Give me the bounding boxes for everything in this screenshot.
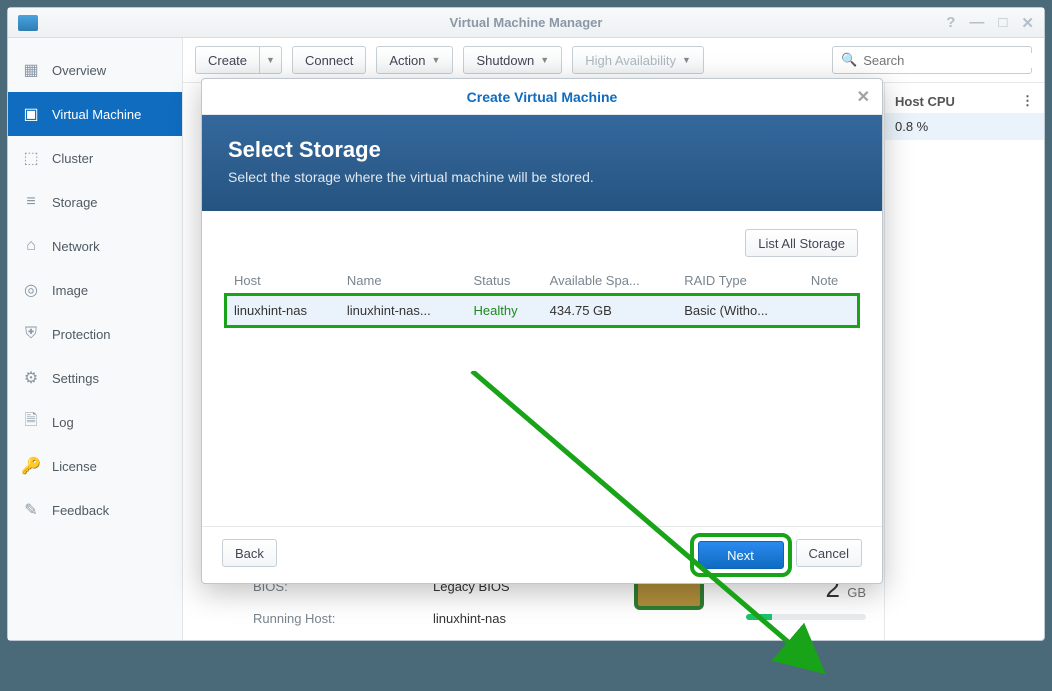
sidebar-item-label: Network: [52, 239, 100, 254]
search-box[interactable]: 🔍: [832, 46, 1032, 74]
protection-icon: ⛨: [22, 325, 40, 343]
modal-title: Create Virtual Machine: [467, 89, 618, 105]
memory-unit: GB: [847, 585, 866, 600]
col-name[interactable]: Name: [339, 267, 466, 295]
col-host[interactable]: Host: [226, 267, 339, 295]
sidebar-item-label: Log: [52, 415, 74, 430]
sidebar-item-label: Image: [52, 283, 88, 298]
cell-note: [803, 295, 858, 327]
chevron-down-icon: ▼: [432, 55, 441, 65]
ha-button[interactable]: High Availability▼: [572, 46, 704, 74]
modal-footer: Back Next Cancel: [202, 526, 882, 583]
host-cpu-value: 0.8 %: [885, 113, 1044, 140]
sidebar-item-cluster[interactable]: ⬚ Cluster: [8, 136, 182, 180]
chevron-down-icon: ▼: [540, 55, 549, 65]
sidebar-item-storage[interactable]: ≡ Storage: [8, 180, 182, 224]
cell-status: Healthy: [465, 295, 541, 327]
create-button[interactable]: Create: [195, 46, 259, 74]
chevron-down-icon: ▼: [682, 55, 691, 65]
col-status[interactable]: Status: [465, 267, 541, 295]
cluster-icon: ⬚: [22, 149, 40, 167]
action-button[interactable]: Action▼: [376, 46, 453, 74]
col-available[interactable]: Available Spa...: [542, 267, 677, 295]
feedback-icon: ✎: [22, 501, 40, 519]
sidebar: ▦ Overview ▣ Virtual Machine ⬚ Cluster ≡…: [8, 38, 183, 640]
create-dropdown[interactable]: ▼: [259, 46, 282, 74]
sidebar-item-overview[interactable]: ▦ Overview: [8, 48, 182, 92]
search-icon: 🔍: [841, 52, 857, 68]
storage-icon: ≡: [22, 193, 40, 211]
list-all-storage-button[interactable]: List All Storage: [745, 229, 858, 257]
sidebar-item-label: Cluster: [52, 151, 93, 166]
close-window-icon[interactable]: ✕: [1021, 14, 1034, 32]
sidebar-item-label: Feedback: [52, 503, 109, 518]
sidebar-item-image[interactable]: ◎ Image: [8, 268, 182, 312]
titlebar: Virtual Machine Manager ? — □ ✕: [8, 8, 1044, 38]
sidebar-item-label: License: [52, 459, 97, 474]
license-icon: 🔑: [22, 457, 40, 475]
overview-icon: ▦: [22, 61, 40, 79]
sidebar-item-virtual-machine[interactable]: ▣ Virtual Machine: [8, 92, 182, 136]
connect-button[interactable]: Connect: [292, 46, 366, 74]
sidebar-item-settings[interactable]: ⚙ Settings: [8, 356, 182, 400]
modal-titlebar: Create Virtual Machine ✕: [202, 79, 882, 115]
cell-available: 434.75 GB: [542, 295, 677, 327]
minimize-icon[interactable]: —: [969, 14, 984, 32]
modal-banner: Select Storage Select the storage where …: [202, 115, 882, 211]
sidebar-item-label: Settings: [52, 371, 99, 386]
modal-body: List All Storage Host Name Status Availa…: [202, 211, 882, 526]
storage-row[interactable]: linuxhint-nas linuxhint-nas... Healthy 4…: [226, 295, 858, 327]
host-cpu-label: Host CPU: [895, 94, 955, 109]
log-icon: 🗎: [22, 413, 40, 431]
col-note[interactable]: Note: [803, 267, 858, 295]
help-icon[interactable]: ?: [946, 14, 955, 32]
settings-icon: ⚙: [22, 369, 40, 387]
sidebar-item-protection[interactable]: ⛨ Protection: [8, 312, 182, 356]
sidebar-item-network[interactable]: ⌂ Network: [8, 224, 182, 268]
cell-host: linuxhint-nas: [226, 295, 339, 327]
memory-bar: [746, 614, 866, 620]
running-host-value: linuxhint-nas: [433, 611, 506, 626]
create-button-group: Create ▼: [195, 46, 282, 74]
right-panel: Host CPU ⋮ 0.8 %: [884, 83, 1044, 640]
next-button[interactable]: Next: [698, 541, 784, 569]
cell-name: linuxhint-nas...: [339, 295, 466, 327]
toolbar: Create ▼ Connect Action▼ Shutdown▼ High …: [183, 38, 1044, 83]
sidebar-item-log[interactable]: 🗎 Log: [8, 400, 182, 444]
image-icon: ◎: [22, 281, 40, 299]
sidebar-item-feedback[interactable]: ✎ Feedback: [8, 488, 182, 532]
banner-heading: Select Storage: [228, 137, 856, 163]
running-host-label: Running Host:: [253, 611, 353, 626]
chevron-down-icon: ▼: [266, 55, 275, 65]
cancel-button[interactable]: Cancel: [796, 539, 862, 567]
next-highlight: Next: [696, 539, 786, 571]
app-window: Virtual Machine Manager ? — □ ✕ ▦ Overvi…: [7, 7, 1045, 641]
shutdown-button[interactable]: Shutdown▼: [463, 46, 562, 74]
col-raid[interactable]: RAID Type: [676, 267, 803, 295]
more-icon[interactable]: ⋮: [1021, 93, 1034, 109]
storage-table: Host Name Status Available Spa... RAID T…: [226, 267, 858, 326]
sidebar-item-label: Overview: [52, 63, 106, 78]
create-vm-modal: Create Virtual Machine ✕ Select Storage …: [201, 78, 883, 584]
window-title: Virtual Machine Manager: [8, 15, 1044, 30]
maximize-icon[interactable]: □: [998, 14, 1007, 32]
close-icon[interactable]: ✕: [857, 87, 870, 107]
app-icon: [18, 15, 38, 31]
cell-raid: Basic (Witho...: [676, 295, 803, 327]
vm-icon: ▣: [22, 105, 40, 123]
back-button[interactable]: Back: [222, 539, 277, 567]
sidebar-item-label: Protection: [52, 327, 111, 342]
network-icon: ⌂: [22, 237, 40, 255]
search-input[interactable]: [863, 53, 1039, 68]
banner-subtext: Select the storage where the virtual mac…: [228, 169, 856, 185]
sidebar-item-label: Storage: [52, 195, 98, 210]
sidebar-item-label: Virtual Machine: [52, 107, 141, 122]
sidebar-item-license[interactable]: 🔑 License: [8, 444, 182, 488]
